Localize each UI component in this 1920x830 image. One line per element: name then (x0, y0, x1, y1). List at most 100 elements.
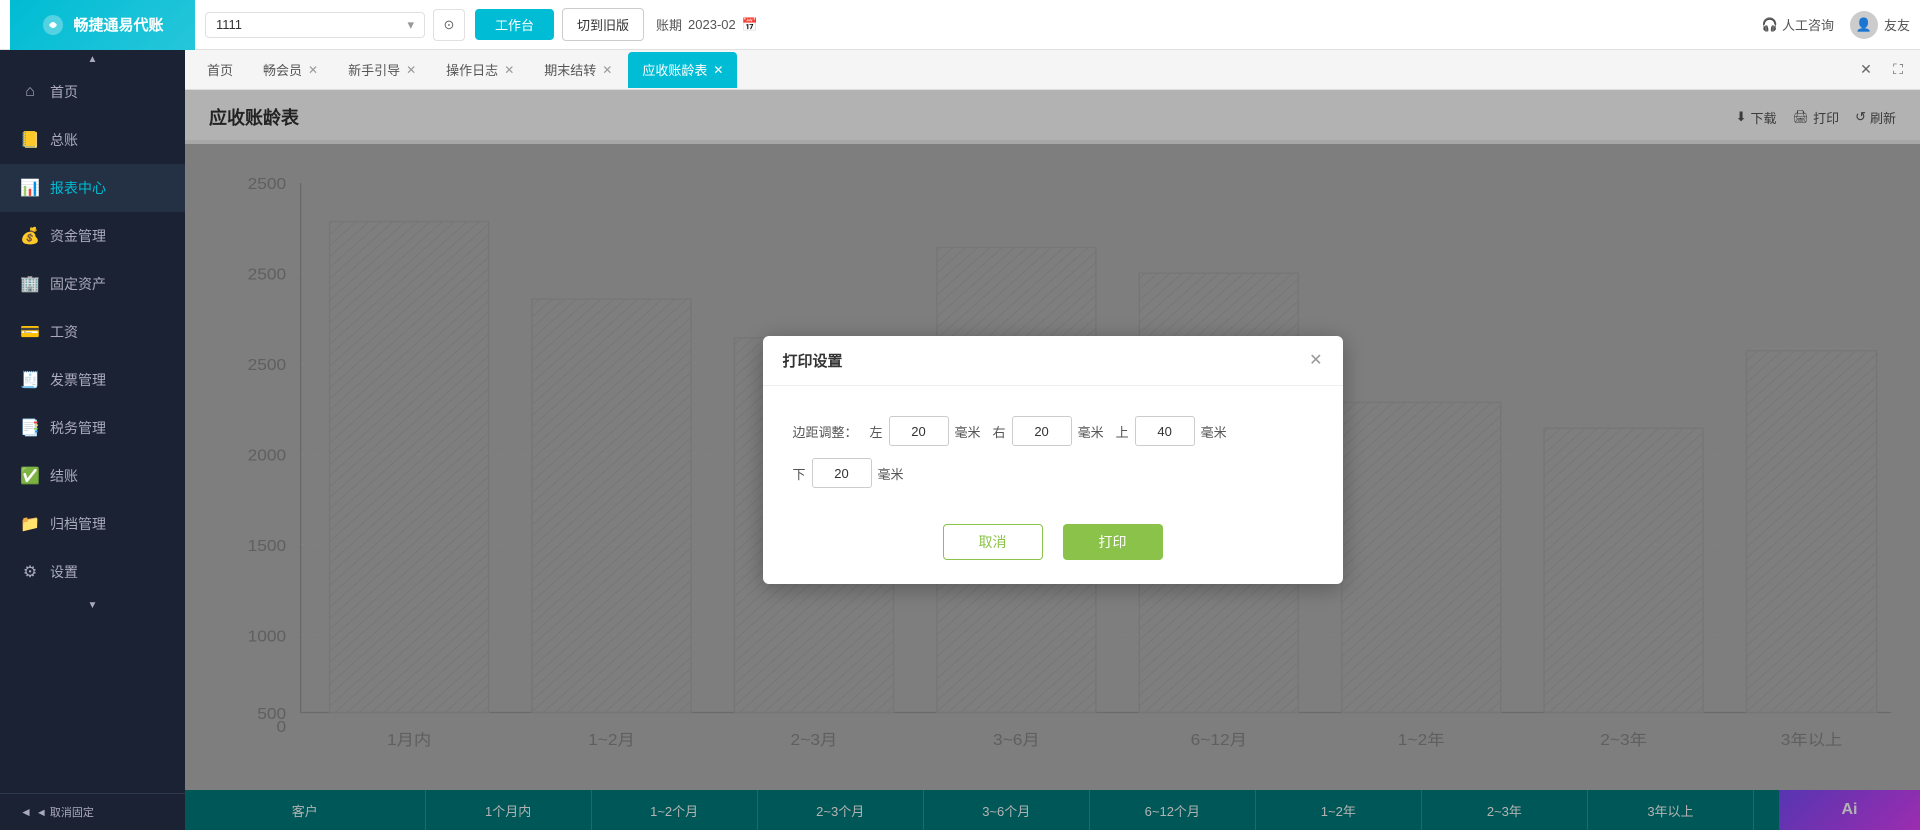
tab-aging-label: 应收账龄表 (642, 60, 707, 79)
sidebar: ▲ ⌂ 首页 📒 总账 📊 报表中心 💰 资金管理 🏢 固定资产 💳 工资 🧾 … (0, 50, 185, 830)
tab-member[interactable]: 畅会员 ✕ (249, 52, 332, 88)
company-name: 1111 (216, 17, 399, 32)
company-selector[interactable]: 1111 ▾ (205, 12, 425, 38)
sidebar-label-payroll: 工资 (50, 322, 78, 342)
bottom-unit: 毫米 (878, 464, 904, 483)
copy-icon: ⊙ (444, 17, 455, 33)
sidebar-item-settings[interactable]: ⚙ 设置 (0, 548, 185, 596)
sidebar-collapse-button[interactable]: ◄ ◄ 取消固定 (0, 793, 185, 830)
left-unit: 毫米 (955, 422, 981, 441)
sidebar-item-assets[interactable]: 🏢 固定资产 (0, 260, 185, 308)
tab-closing-close[interactable]: ✕ (602, 63, 612, 77)
tab-member-label: 畅会员 (263, 60, 302, 79)
tab-aging[interactable]: 应收账龄表 ✕ (628, 52, 737, 88)
maximize-button[interactable]: ⛶ (1884, 56, 1912, 84)
sidebar-item-tax[interactable]: 📑 税务管理 (0, 404, 185, 452)
logo: 畅捷通易代账 (10, 0, 195, 50)
dialog-body: 边距调整： 左 毫米 右 毫米 (763, 386, 1343, 508)
sidebar-label-ledger: 总账 (50, 130, 78, 150)
tab-actions: ✕ ⛶ (1852, 56, 1912, 84)
bottom-label: 下 (793, 464, 806, 483)
archive-icon: 📁 (20, 514, 40, 534)
sidebar-item-funds[interactable]: 💰 资金管理 (0, 212, 185, 260)
funds-icon: 💰 (20, 226, 40, 246)
sidebar-item-reports[interactable]: 📊 报表中心 (0, 164, 185, 212)
left-input[interactable] (889, 416, 949, 446)
margin-row: 边距调整： 左 毫米 右 毫米 (793, 416, 1313, 488)
tab-home-label: 首页 (207, 60, 233, 79)
bottom-input[interactable] (812, 458, 872, 488)
collapse-label: ◄ 取消固定 (36, 804, 94, 820)
top-unit: 毫米 (1201, 422, 1227, 441)
tab-oplog-label: 操作日志 (446, 60, 498, 79)
scroll-up-button[interactable]: ▲ (0, 50, 185, 68)
tab-member-close[interactable]: ✕ (308, 63, 318, 77)
period-label: 账期 2023-02 📅 (656, 15, 758, 34)
avatar: 👤 (1850, 11, 1878, 39)
logo-icon (41, 13, 65, 37)
sidebar-label-reports: 报表中心 (50, 178, 106, 198)
tab-closing[interactable]: 期末结转 ✕ (530, 52, 626, 88)
sidebar-label-settings: 设置 (50, 562, 78, 582)
tab-aging-close[interactable]: ✕ (713, 63, 723, 77)
tab-guide[interactable]: 新手引导 ✕ (334, 52, 430, 88)
margin-left-group: 左 毫米 (870, 416, 981, 446)
sidebar-label-assets: 固定资产 (50, 274, 106, 294)
collapse-icon: ◄ (20, 805, 32, 819)
main-layout: ▲ ⌂ 首页 📒 总账 📊 报表中心 💰 资金管理 🏢 固定资产 💳 工资 🧾 … (0, 50, 1920, 830)
user-menu[interactable]: 👤 友友 (1850, 11, 1910, 39)
margin-bottom-group: 下 毫米 (793, 458, 904, 488)
top-right: 🎧 人工咨询 👤 友友 (1762, 11, 1910, 39)
dialog-close-button[interactable]: ✕ (1309, 353, 1322, 369)
support-button[interactable]: 🎧 人工咨询 (1762, 15, 1834, 34)
user-name: 友友 (1884, 15, 1910, 34)
sidebar-label-invoice: 发票管理 (50, 370, 106, 390)
sidebar-label-tax: 税务管理 (50, 418, 106, 438)
payroll-icon: 💳 (20, 322, 40, 342)
dialog-title: 打印设置 (783, 350, 843, 371)
reports-icon: 📊 (20, 178, 40, 198)
sidebar-label-archive: 归档管理 (50, 514, 106, 534)
workbench-button[interactable]: 工作台 (475, 9, 554, 40)
margin-top-group: 上 毫米 (1116, 416, 1227, 446)
copy-button[interactable]: ⊙ (433, 9, 465, 41)
period-value: 2023-02 (688, 17, 736, 32)
calendar-icon[interactable]: 📅 (742, 17, 758, 33)
home-icon: ⌂ (20, 83, 40, 101)
sidebar-item-ledger[interactable]: 📒 总账 (0, 116, 185, 164)
settle-icon: ✅ (20, 466, 40, 486)
sidebar-label-home: 首页 (50, 82, 78, 102)
sidebar-item-settle[interactable]: ✅ 结账 (0, 452, 185, 500)
invoice-icon: 🧾 (20, 370, 40, 390)
app-name: 畅捷通易代账 (73, 14, 163, 35)
top-label: 上 (1116, 422, 1129, 441)
switch-version-button[interactable]: 切到旧版 (562, 8, 644, 41)
tab-guide-close[interactable]: ✕ (406, 63, 416, 77)
sidebar-label-funds: 资金管理 (50, 226, 106, 246)
sidebar-item-payroll[interactable]: 💳 工资 (0, 308, 185, 356)
sidebar-item-invoice[interactable]: 🧾 发票管理 (0, 356, 185, 404)
tabs-bar: 首页 畅会员 ✕ 新手引导 ✕ 操作日志 ✕ 期末结转 ✕ 应收账龄表 ✕ (185, 50, 1920, 90)
dialog-header: 打印设置 ✕ (763, 336, 1343, 386)
tab-home[interactable]: 首页 (193, 52, 247, 88)
scroll-down-button[interactable]: ▼ (0, 596, 185, 614)
print-dialog: 打印设置 ✕ 边距调整： 左 毫米 右 (763, 336, 1343, 584)
tab-oplog[interactable]: 操作日志 ✕ (432, 52, 528, 88)
sidebar-item-home[interactable]: ⌂ 首页 (0, 68, 185, 116)
ledger-icon: 📒 (20, 130, 40, 150)
print-confirm-button[interactable]: 打印 (1063, 524, 1163, 560)
tax-icon: 📑 (20, 418, 40, 438)
cancel-button[interactable]: 取消 (943, 524, 1043, 560)
right-input[interactable] (1012, 416, 1072, 446)
tab-guide-label: 新手引导 (348, 60, 400, 79)
right-label: 右 (993, 422, 1006, 441)
sidebar-item-archive[interactable]: 📁 归档管理 (0, 500, 185, 548)
margin-label: 边距调整： (793, 422, 858, 441)
close-all-button[interactable]: ✕ (1852, 56, 1880, 84)
tab-oplog-close[interactable]: ✕ (504, 63, 514, 77)
tab-closing-label: 期末结转 (544, 60, 596, 79)
top-bar: 畅捷通易代账 1111 ▾ ⊙ 工作台 切到旧版 账期 2023-02 📅 🎧 … (0, 0, 1920, 50)
top-input[interactable] (1135, 416, 1195, 446)
margin-right-group: 右 毫米 (993, 416, 1104, 446)
sidebar-label-settle: 结账 (50, 466, 78, 486)
